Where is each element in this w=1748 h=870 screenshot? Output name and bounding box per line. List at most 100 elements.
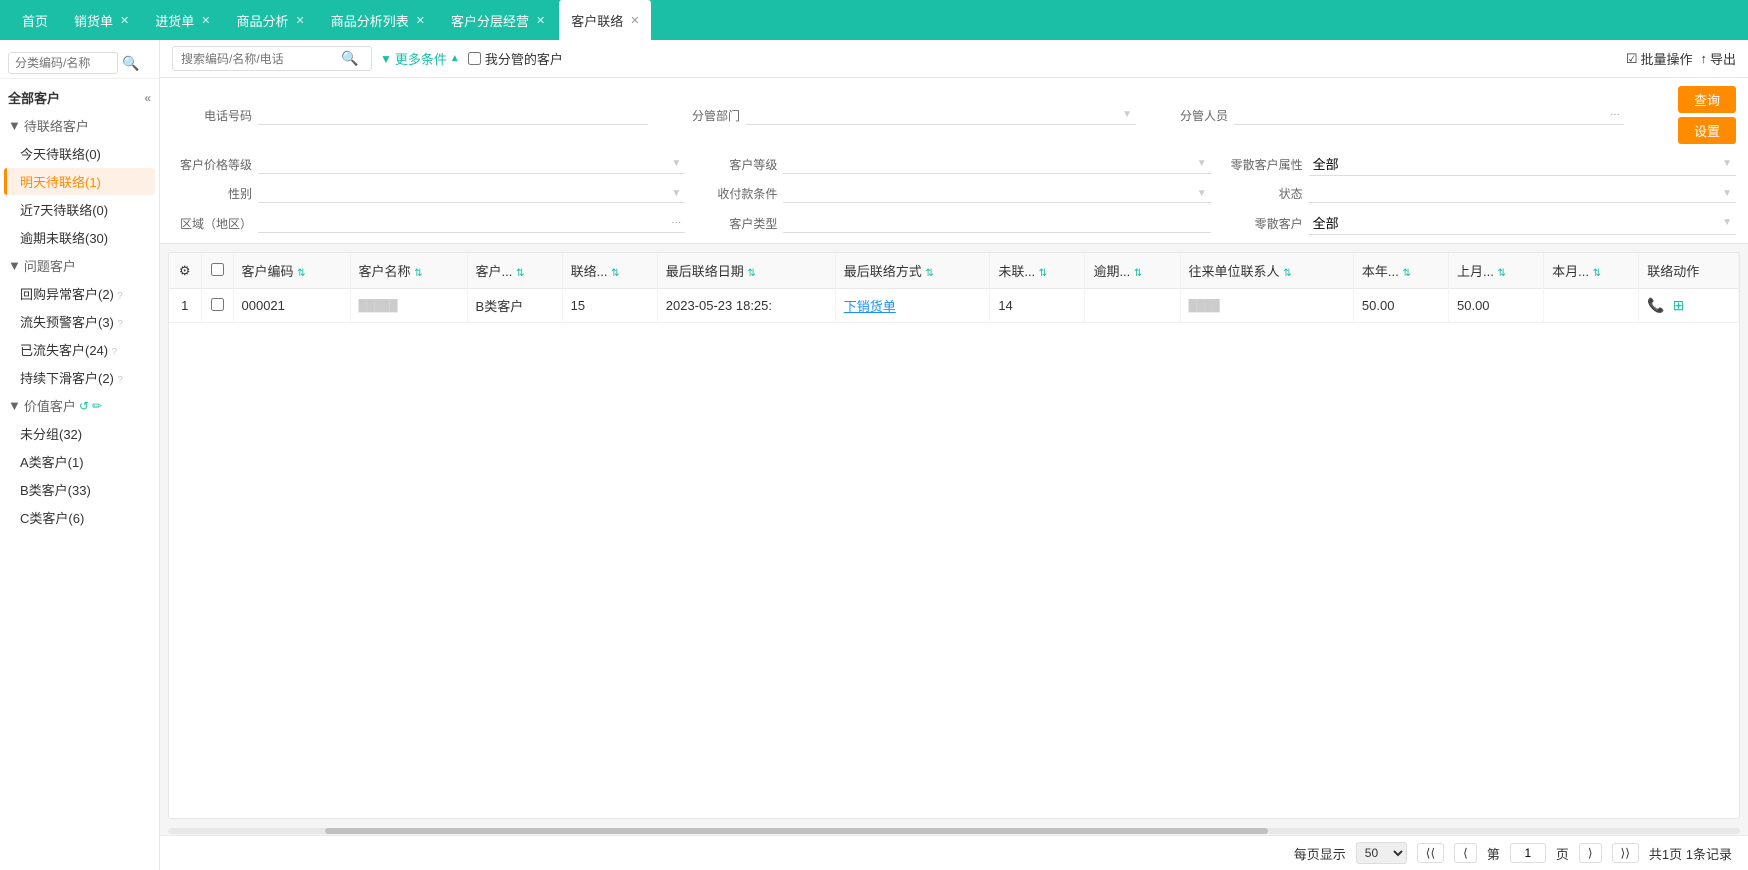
sidebar-item-7days[interactable]: 近7天待联络(0) bbox=[4, 196, 155, 223]
nav-product-analysis-close[interactable]: ✕ bbox=[296, 14, 305, 27]
nav-customer-contact[interactable]: 客户联络 ✕ bbox=[559, 0, 651, 40]
person-input-wrap[interactable]: ··· bbox=[1234, 106, 1624, 125]
nav-purchase[interactable]: 进货单 ✕ bbox=[143, 0, 222, 40]
select-all-checkbox[interactable] bbox=[211, 263, 224, 276]
sidebar-item-churn-warning[interactable]: 流失预警客户(3) ? bbox=[4, 308, 155, 335]
col-no-contact[interactable]: 未联... ⇅ bbox=[990, 253, 1085, 289]
col-this-month[interactable]: 本月... ⇅ bbox=[1544, 253, 1639, 289]
customer-type-input[interactable] bbox=[787, 216, 1206, 230]
area-more-icon[interactable]: ··· bbox=[671, 217, 681, 228]
nav-customer-tier[interactable]: 客户分层经营 ✕ bbox=[439, 0, 557, 40]
retail-attr-input-wrap[interactable]: 全部 ▼ bbox=[1309, 152, 1736, 176]
cell-action: 📞 ⊞ bbox=[1639, 289, 1739, 323]
dept-input-wrap[interactable]: ▼ bbox=[746, 106, 1136, 125]
batch-op-button[interactable]: ☑ 批量操作 bbox=[1626, 49, 1693, 68]
col-last-date[interactable]: 最后联络日期 ⇅ bbox=[657, 253, 835, 289]
price-grade-input-wrap[interactable]: ▼ bbox=[258, 155, 685, 174]
page-number-input[interactable] bbox=[1510, 843, 1546, 863]
scrollbar-thumb[interactable] bbox=[325, 828, 1268, 834]
sidebar-item-tomorrow[interactable]: 明天待联络(1) bbox=[4, 168, 155, 195]
payment-input-wrap[interactable]: ▼ bbox=[783, 184, 1210, 203]
col-overdue[interactable]: 逾期... ⇅ bbox=[1085, 253, 1180, 289]
refresh-group-icon[interactable]: ↺ bbox=[79, 399, 89, 413]
col-contact[interactable]: 联络... ⇅ bbox=[562, 253, 657, 289]
next-page-button[interactable]: ⟩ bbox=[1579, 843, 1602, 863]
settings-button[interactable]: 设置 bbox=[1678, 117, 1736, 144]
col-this-year-sort: ⇅ bbox=[1402, 268, 1410, 279]
action-phone-icon[interactable]: 📞 bbox=[1647, 297, 1664, 314]
col-name[interactable]: 客户名称 ⇅ bbox=[350, 253, 467, 289]
phone-input-wrap[interactable] bbox=[258, 106, 648, 125]
area-input-wrap[interactable]: ··· bbox=[258, 214, 685, 233]
nav-sales-close[interactable]: ✕ bbox=[120, 14, 129, 27]
customer-grade-input-wrap[interactable]: ▼ bbox=[783, 155, 1210, 174]
adv-filter-panel: 电话号码 分管部门 ▼ 分管人员 ··· bbox=[160, 78, 1748, 244]
filter-search-icon[interactable]: 🔍 bbox=[341, 50, 358, 67]
sidebar-item-a-class[interactable]: A类客户(1) bbox=[4, 448, 155, 475]
query-button[interactable]: 查询 bbox=[1678, 86, 1736, 113]
nav-product-list-close[interactable]: ✕ bbox=[416, 14, 425, 27]
col-code-sort: ⇅ bbox=[297, 268, 305, 279]
scrollbar-track[interactable] bbox=[168, 828, 1740, 834]
nav-customer-tier-close[interactable]: ✕ bbox=[536, 14, 545, 27]
nav-purchase-close[interactable]: ✕ bbox=[201, 14, 210, 27]
status-input[interactable] bbox=[1313, 186, 1722, 200]
sidebar-item-b-class[interactable]: B类客户(33) bbox=[4, 476, 155, 503]
sidebar-item-c-class[interactable]: C类客户(6) bbox=[4, 504, 155, 531]
action-grid-icon[interactable]: ⊞ bbox=[1673, 297, 1685, 314]
per-page-label: 每页显示 bbox=[1294, 844, 1346, 863]
nav-product-list[interactable]: 商品分析列表 ✕ bbox=[319, 0, 437, 40]
last-method-link[interactable]: 下销货单 bbox=[844, 299, 896, 314]
prev-page-button[interactable]: ⟨ bbox=[1454, 843, 1477, 863]
person-input[interactable] bbox=[1238, 108, 1610, 122]
sidebar-search-button[interactable]: 🔍 bbox=[122, 55, 139, 72]
sidebar-item-repurchase-abnormal[interactable]: 回购异常客户(2) ? bbox=[4, 280, 155, 307]
horizontal-scrollbar[interactable] bbox=[160, 827, 1748, 835]
col-contacts[interactable]: 往来单位联系人 ⇅ bbox=[1180, 253, 1353, 289]
col-last-month[interactable]: 上月... ⇅ bbox=[1449, 253, 1544, 289]
price-grade-arrow: ▼ bbox=[671, 158, 681, 169]
sidebar-search-input[interactable] bbox=[8, 52, 118, 74]
edit-group-icon[interactable]: ✏ bbox=[92, 399, 102, 413]
status-input-wrap[interactable]: ▼ bbox=[1309, 184, 1736, 203]
customer-grade-input[interactable] bbox=[787, 157, 1196, 171]
col-code[interactable]: 客户编码 ⇅ bbox=[233, 253, 350, 289]
my-customer-checkbox[interactable] bbox=[468, 52, 481, 65]
payment-input[interactable] bbox=[787, 186, 1196, 200]
nav-home[interactable]: 首页 bbox=[10, 0, 60, 40]
cell-overdue bbox=[1085, 289, 1180, 323]
gender-input-wrap[interactable]: ▼ bbox=[258, 184, 685, 203]
sidebar-item-overdue[interactable]: 逾期未联络(30) bbox=[4, 224, 155, 251]
last-page-button[interactable]: ⟩⟩ bbox=[1612, 843, 1639, 863]
row-checkbox[interactable] bbox=[211, 298, 224, 311]
price-grade-input[interactable] bbox=[262, 157, 671, 171]
content-area: 🔍 ▼ 更多条件 ▲ 我分管的客户 ☑ 批量操作 ↑ 导出 bbox=[160, 40, 1748, 870]
person-more-icon[interactable]: ··· bbox=[1610, 109, 1620, 120]
col-settings[interactable]: ⚙ bbox=[169, 253, 201, 289]
sidebar-item-churned[interactable]: 已流失客户(24) ? bbox=[4, 336, 155, 363]
col-type[interactable]: 客户... ⇅ bbox=[467, 253, 562, 289]
per-page-select[interactable]: 50 100 200 bbox=[1356, 842, 1407, 864]
col-check[interactable] bbox=[201, 253, 233, 289]
sidebar-item-today[interactable]: 今天待联络(0) bbox=[4, 140, 155, 167]
more-filter-button[interactable]: ▼ 更多条件 ▲ bbox=[380, 49, 460, 68]
export-button[interactable]: ↑ 导出 bbox=[1700, 49, 1736, 68]
retail-customer-input-wrap[interactable]: 全部 ▼ bbox=[1309, 211, 1736, 235]
phone-input[interactable] bbox=[262, 108, 644, 122]
area-input[interactable] bbox=[262, 216, 671, 230]
sidebar-item-declining[interactable]: 持续下滑客户(2) ? bbox=[4, 364, 155, 391]
my-customer-checkbox-wrap[interactable]: 我分管的客户 bbox=[468, 49, 563, 68]
nav-sales[interactable]: 销货单 ✕ bbox=[62, 0, 141, 40]
gender-input[interactable] bbox=[262, 186, 671, 200]
sidebar-all-customers[interactable]: 全部客户 « bbox=[0, 83, 159, 112]
nav-customer-contact-close[interactable]: ✕ bbox=[630, 14, 639, 27]
nav-product-analysis[interactable]: 商品分析 ✕ bbox=[224, 0, 316, 40]
first-page-button[interactable]: ⟨⟨ bbox=[1417, 843, 1444, 863]
col-this-year[interactable]: 本年... ⇅ bbox=[1353, 253, 1448, 289]
dept-input[interactable] bbox=[750, 108, 1122, 122]
filter-search-input[interactable] bbox=[181, 52, 341, 66]
sidebar-item-ungrouped[interactable]: 未分组(32) bbox=[4, 420, 155, 447]
col-last-method[interactable]: 最后联络方式 ⇅ bbox=[835, 253, 990, 289]
customer-type-input-wrap[interactable] bbox=[783, 214, 1210, 233]
cell-check[interactable] bbox=[201, 289, 233, 323]
